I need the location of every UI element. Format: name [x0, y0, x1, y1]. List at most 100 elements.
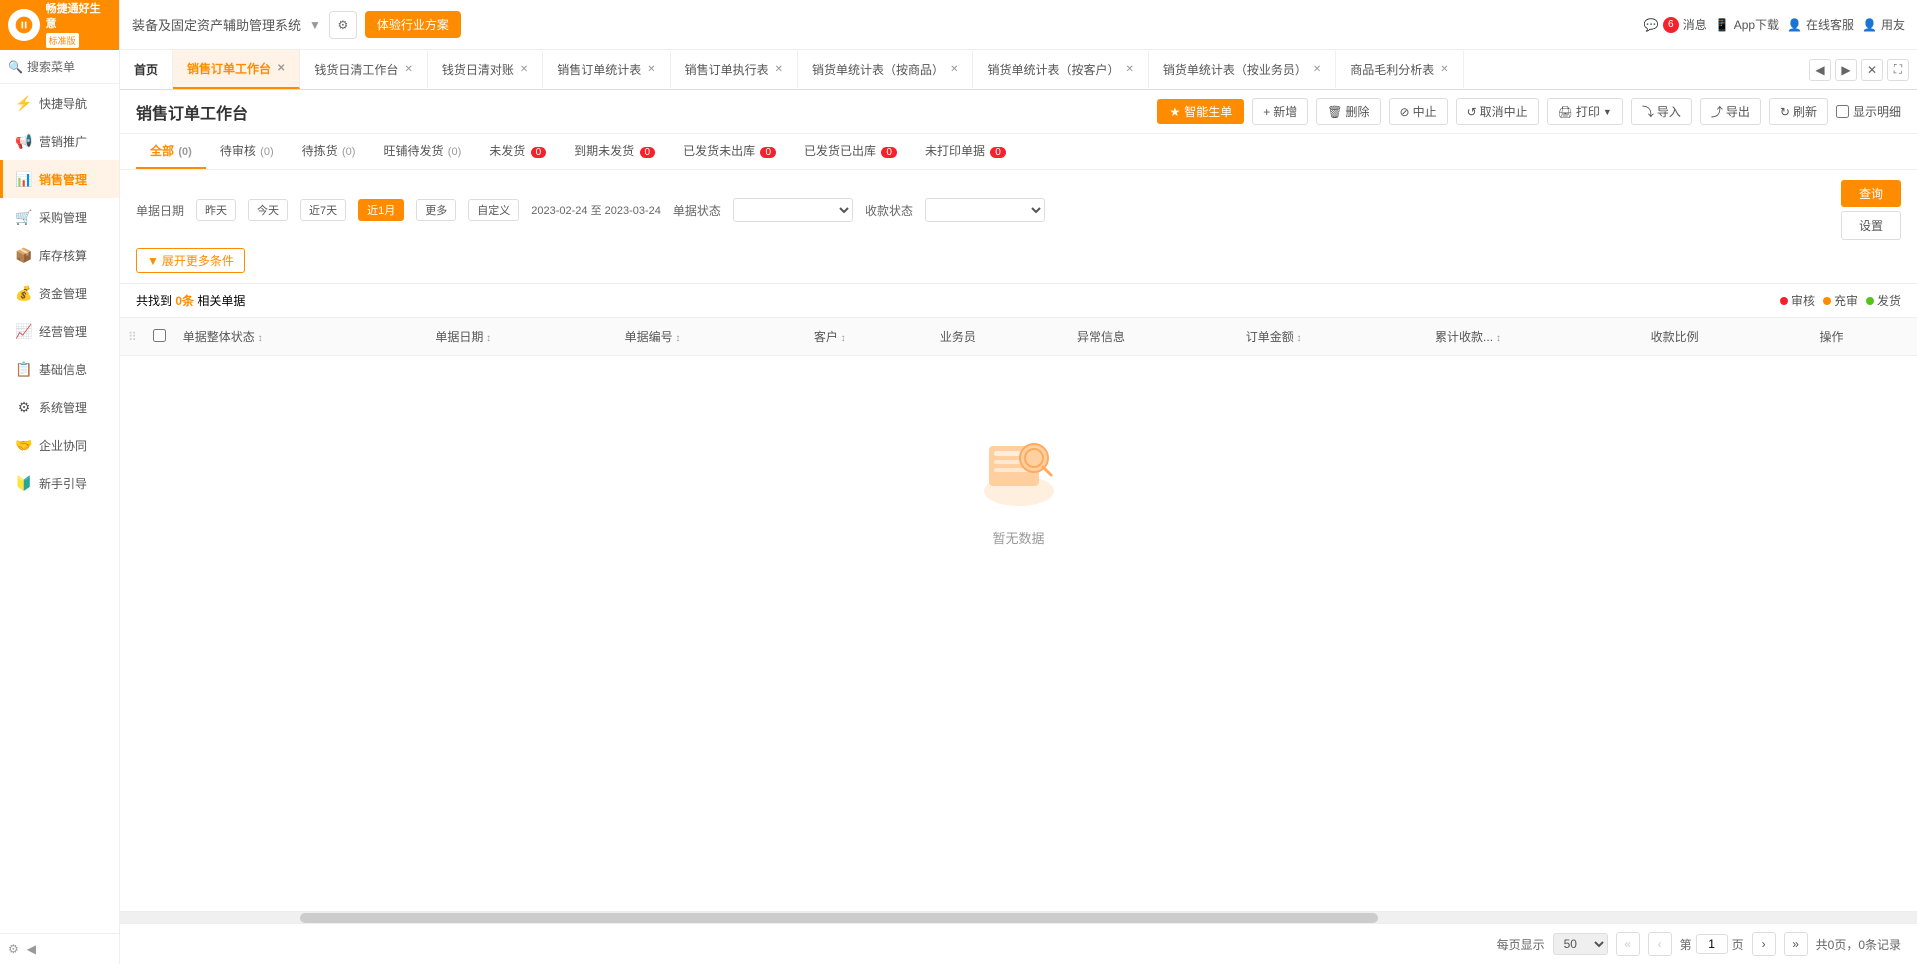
sub-tab-shipped-out[interactable]: 已发货已出库 0	[790, 134, 911, 169]
system-title: 装备及固定资产辅助管理系统	[132, 15, 301, 34]
sidebar-item-finance[interactable]: 💰 资金管理	[0, 274, 119, 312]
topbar-dropdown-icon[interactable]: ▼	[309, 18, 321, 32]
sub-tab-overdue[interactable]: 到期未发货 0	[560, 134, 669, 169]
th-collected[interactable]: 累计收款... ↕	[1427, 318, 1643, 356]
th-check[interactable]	[145, 318, 175, 356]
sidebar-item-label: 快捷导航	[39, 95, 87, 112]
tab-close-icon[interactable]: ✕	[277, 63, 285, 74]
app-download-btn[interactable]: 📱 App下载	[1715, 16, 1779, 33]
trial-btn[interactable]: 体验行业方案	[365, 11, 461, 38]
tab-close-icon[interactable]: ✕	[950, 64, 958, 75]
tab-product-margin[interactable]: 商品毛利分析表 ✕	[1336, 51, 1463, 88]
sub-tab-wangpu[interactable]: 旺铺待发货 (0)	[369, 134, 475, 169]
query-btn[interactable]: 查询	[1841, 180, 1901, 207]
sidebar-item-inventory[interactable]: 📦 库存核算	[0, 236, 119, 274]
collapse-icon[interactable]: ◀	[27, 942, 36, 956]
page-prev-btn[interactable]: ‹	[1648, 932, 1672, 956]
show-detail-checkbox[interactable]: 显示明细	[1836, 103, 1901, 120]
sidebar-item-purchase[interactable]: 🛒 采购管理	[0, 198, 119, 236]
empty-icon	[969, 416, 1069, 516]
tab-nav-close-all[interactable]: ✕	[1861, 59, 1883, 81]
print-btn[interactable]: 🖨 打印 ▼	[1547, 98, 1623, 125]
stop-btn[interactable]: ⊘ 中止	[1389, 98, 1448, 125]
sub-tab-shipped-not-out[interactable]: 已发货未出库 0	[669, 134, 790, 169]
ship-action-btn[interactable]: 发货	[1866, 292, 1901, 309]
tab-sales-stats[interactable]: 销售订单统计表 ✕	[543, 51, 670, 88]
tab-cash-daily[interactable]: 钱货日清工作台 ✕	[300, 51, 427, 88]
th-customer[interactable]: 客户 ↕	[806, 318, 932, 356]
tab-close-icon[interactable]: ✕	[1440, 64, 1448, 75]
payment-select[interactable]	[925, 198, 1045, 222]
sidebar-item-sales[interactable]: 📊 销售管理	[0, 160, 119, 198]
tab-close-icon[interactable]: ✕	[647, 64, 655, 75]
status-select[interactable]	[733, 198, 853, 222]
page-size-select[interactable]: 50 20 100	[1553, 933, 1608, 955]
tab-sales-exec[interactable]: 销售订单执行表 ✕	[671, 51, 798, 88]
user-btn[interactable]: 👤 用友	[1862, 16, 1905, 33]
online-service-btn[interactable]: 👤 在线客服	[1787, 16, 1854, 33]
tab-sales-by-product[interactable]: 销货单统计表（按商品） ✕	[798, 51, 973, 88]
sub-tab-pending-inspect[interactable]: 待拣货 (0)	[288, 134, 370, 169]
select-all-checkbox[interactable]	[153, 329, 166, 342]
page-number-input[interactable]	[1696, 934, 1728, 954]
date-btn-today[interactable]: 今天	[248, 199, 288, 221]
th-amount[interactable]: 订单金额 ↕	[1238, 318, 1427, 356]
date-btn-yesterday[interactable]: 昨天	[196, 199, 236, 221]
page-last-btn[interactable]: »	[1784, 932, 1808, 956]
sidebar-item-operation[interactable]: 📈 经营管理	[0, 312, 119, 350]
th-status[interactable]: 单据整体状态 ↕	[175, 318, 428, 356]
sidebar-item-quick-nav[interactable]: ⚡ 快捷导航	[0, 84, 119, 122]
table-scrollbar[interactable]	[120, 911, 1917, 923]
th-date[interactable]: 单据日期 ↕	[427, 318, 616, 356]
refresh-btn[interactable]: ↻ 刷新	[1769, 98, 1828, 125]
sub-tab-pending-review[interactable]: 待审核 (0)	[206, 134, 288, 169]
date-btn-7days[interactable]: 近7天	[300, 199, 346, 221]
cancel-stop-btn[interactable]: ↺ 取消中止	[1456, 98, 1539, 125]
review-action-btn[interactable]: 审核	[1780, 292, 1815, 309]
tab-nav-next[interactable]: ▶	[1835, 59, 1857, 81]
import-label: 导入	[1657, 103, 1681, 120]
expand-filter-btn[interactable]: ▼ 展开更多条件	[136, 248, 245, 273]
tab-close-icon[interactable]: ✕	[404, 64, 412, 75]
add-btn[interactable]: + 新增	[1252, 98, 1308, 125]
import-btn[interactable]: ⤵ 导入	[1631, 98, 1692, 125]
sidebar-item-marketing[interactable]: 📢 营销推广	[0, 122, 119, 160]
search-menu[interactable]: 🔍 搜索菜单	[0, 50, 119, 84]
smart-generate-btn[interactable]: ★ 智能生单	[1157, 99, 1244, 124]
sub-tab-all[interactable]: 全部 (0)	[136, 134, 206, 169]
date-btn-1month[interactable]: 近1月	[358, 199, 404, 221]
sub-tab-not-printed[interactable]: 未打印单据 0	[911, 134, 1020, 169]
tab-sales-by-customer[interactable]: 销货单统计表（按客户） ✕	[973, 51, 1148, 88]
sidebar-item-system[interactable]: ⚙ 系统管理	[0, 388, 119, 426]
sidebar-item-basic[interactable]: 📋 基础信息	[0, 350, 119, 388]
settings-icon[interactable]: ⚙	[8, 942, 19, 956]
tab-close-icon[interactable]: ✕	[520, 64, 528, 75]
tab-nav-prev[interactable]: ◀	[1809, 59, 1831, 81]
tab-close-icon[interactable]: ✕	[1125, 64, 1133, 75]
tab-cash-reconcile[interactable]: 钱货日清对账 ✕	[428, 51, 543, 88]
export-btn[interactable]: ⤴ 导出	[1700, 98, 1761, 125]
page-next-btn[interactable]: ›	[1752, 932, 1776, 956]
tab-label: 销货单统计表（按商品）	[812, 61, 944, 78]
th-number[interactable]: 单据编号 ↕	[617, 318, 806, 356]
scrollbar-thumb[interactable]	[300, 913, 1378, 923]
sub-tab-not-shipped[interactable]: 未发货 0	[475, 134, 560, 169]
tab-sales-by-staff[interactable]: 销货单统计表（按业务员） ✕	[1149, 51, 1336, 88]
message-btn[interactable]: 💬 6 消息	[1644, 16, 1707, 33]
page-first-btn[interactable]: «	[1616, 932, 1640, 956]
tab-home[interactable]: 首页	[120, 51, 173, 88]
tab-close-icon[interactable]: ✕	[775, 64, 783, 75]
review-label: 审核	[1791, 292, 1815, 309]
set-btn[interactable]: 设置	[1841, 211, 1901, 240]
tab-sales-workbench[interactable]: 销售订单工作台 ✕	[173, 50, 300, 89]
show-detail-input[interactable]	[1836, 105, 1849, 118]
cancel-review-action-btn[interactable]: 充审	[1823, 292, 1858, 309]
tab-close-icon[interactable]: ✕	[1313, 64, 1321, 75]
sidebar-item-collab[interactable]: 🤝 企业协同	[0, 426, 119, 464]
settings-btn[interactable]: ⚙	[329, 11, 357, 39]
sidebar-item-guide[interactable]: 🔰 新手引导	[0, 464, 119, 502]
date-btn-more[interactable]: 更多	[416, 199, 456, 221]
tab-nav-maximize[interactable]: ⛶	[1887, 59, 1909, 81]
delete-btn[interactable]: 🗑 删除	[1316, 98, 1380, 125]
date-btn-custom[interactable]: 自定义	[468, 199, 519, 221]
